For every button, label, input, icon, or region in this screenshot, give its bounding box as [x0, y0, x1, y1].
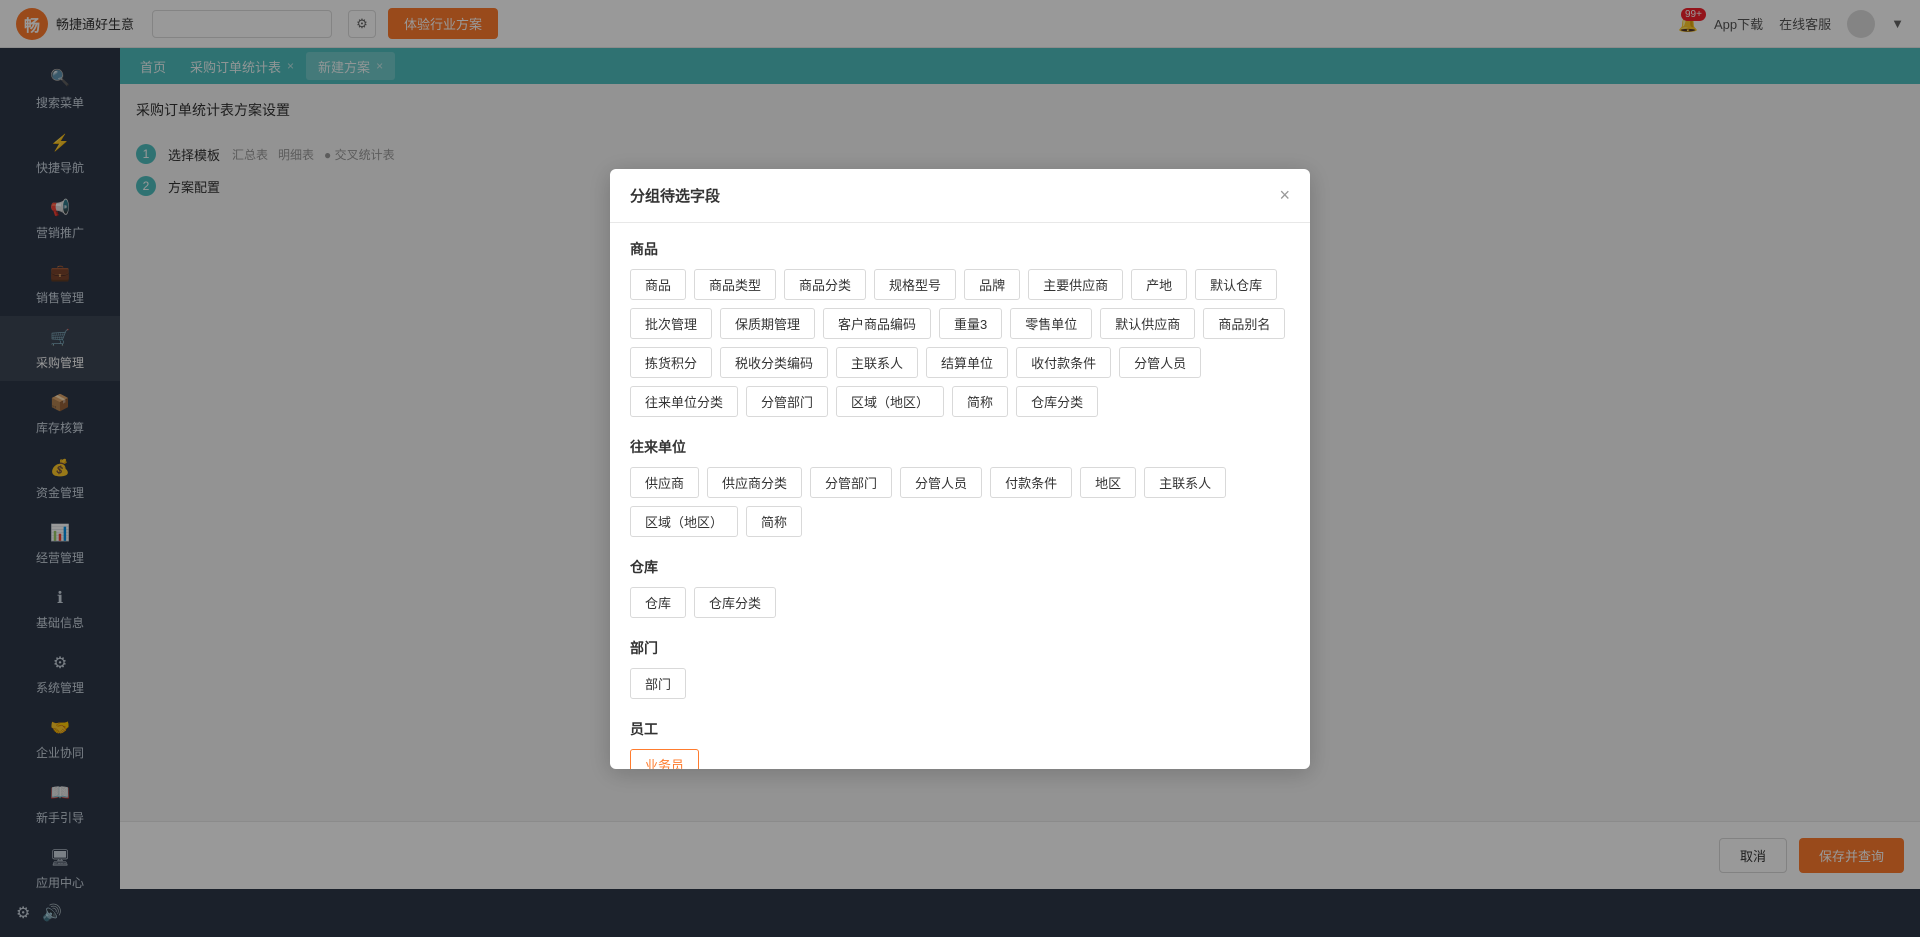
- tag-warehouse-category[interactable]: 仓库分类: [1016, 386, 1098, 417]
- section-goods-tags: 商品 商品类型 商品分类 规格型号 品牌 主要供应商 产地 默认仓库 批次管理 …: [630, 269, 1290, 417]
- tag-tax-code[interactable]: 税收分类编码: [720, 347, 828, 378]
- tag-pick-points[interactable]: 拣货积分: [630, 347, 712, 378]
- section-department-tags: 部门: [630, 668, 1290, 699]
- tag-spec-model[interactable]: 规格型号: [874, 269, 956, 300]
- section-warehouse: 仓库 仓库 仓库分类: [630, 557, 1290, 618]
- section-department-title: 部门: [630, 638, 1290, 658]
- tag-goods[interactable]: 商品: [630, 269, 686, 300]
- tag-main-contact2[interactable]: 主联系人: [1144, 467, 1226, 498]
- tag-origin[interactable]: 产地: [1131, 269, 1187, 300]
- tag-warehouse[interactable]: 仓库: [630, 587, 686, 618]
- tag-region[interactable]: 区域（地区）: [836, 386, 944, 417]
- tag-goods-alias[interactable]: 商品别名: [1203, 308, 1285, 339]
- tag-settlement-unit[interactable]: 结算单位: [926, 347, 1008, 378]
- tag-main-contact[interactable]: 主联系人: [836, 347, 918, 378]
- section-partners-title: 往来单位: [630, 437, 1290, 457]
- tag-short-name[interactable]: 简称: [952, 386, 1008, 417]
- tag-default-supplier[interactable]: 默认供应商: [1100, 308, 1195, 339]
- tag-weight[interactable]: 重量3: [939, 308, 1002, 339]
- tag-payment-terms[interactable]: 收付款条件: [1016, 347, 1111, 378]
- tag-partner-category[interactable]: 往来单位分类: [630, 386, 738, 417]
- tag-abbrev[interactable]: 简称: [746, 506, 802, 537]
- tag-goods-type[interactable]: 商品类型: [694, 269, 776, 300]
- tag-supervisor-staff[interactable]: 分管人员: [1119, 347, 1201, 378]
- section-warehouse-tags: 仓库 仓库分类: [630, 587, 1290, 618]
- section-department: 部门 部门: [630, 638, 1290, 699]
- tag-customer-code[interactable]: 客户商品编码: [823, 308, 931, 339]
- tag-payment-condition[interactable]: 付款条件: [990, 467, 1072, 498]
- section-staff-tags: 业务员: [630, 749, 1290, 769]
- field-select-modal: 分组待选字段 × 商品 商品 商品类型 商品分类 规格型号 品牌 主要供应商 产…: [610, 169, 1310, 769]
- tag-warehouse-cat[interactable]: 仓库分类: [694, 587, 776, 618]
- section-goods-title: 商品: [630, 239, 1290, 259]
- section-partners-tags: 供应商 供应商分类 分管部门 分管人员 付款条件 地区 主联系人 区域（地区） …: [630, 467, 1290, 537]
- tag-supervisor-dept[interactable]: 分管部门: [810, 467, 892, 498]
- tag-region2[interactable]: 区域（地区）: [630, 506, 738, 537]
- tag-batch-mgmt[interactable]: 批次管理: [630, 308, 712, 339]
- tag-supplier-category[interactable]: 供应商分类: [707, 467, 802, 498]
- tag-goods-category[interactable]: 商品分类: [784, 269, 866, 300]
- tag-area[interactable]: 地区: [1080, 467, 1136, 498]
- section-warehouse-title: 仓库: [630, 557, 1290, 577]
- modal-close-button[interactable]: ×: [1279, 186, 1290, 204]
- modal-header: 分组待选字段 ×: [610, 169, 1310, 223]
- tag-shelf-life[interactable]: 保质期管理: [720, 308, 815, 339]
- modal-body: 商品 商品 商品类型 商品分类 规格型号 品牌 主要供应商 产地 默认仓库 批次…: [610, 223, 1310, 769]
- tag-main-supplier[interactable]: 主要供应商: [1028, 269, 1123, 300]
- section-staff: 员工 业务员: [630, 719, 1290, 769]
- tag-retail-unit[interactable]: 零售单位: [1010, 308, 1092, 339]
- section-staff-title: 员工: [630, 719, 1290, 739]
- tag-department[interactable]: 部门: [630, 668, 686, 699]
- tag-default-warehouse[interactable]: 默认仓库: [1195, 269, 1277, 300]
- tag-dept[interactable]: 分管部门: [746, 386, 828, 417]
- tag-brand[interactable]: 品牌: [964, 269, 1020, 300]
- tag-supplier[interactable]: 供应商: [630, 467, 699, 498]
- tag-supervisor-person[interactable]: 分管人员: [900, 467, 982, 498]
- section-goods: 商品 商品 商品类型 商品分类 规格型号 品牌 主要供应商 产地 默认仓库 批次…: [630, 239, 1290, 417]
- section-partners: 往来单位 供应商 供应商分类 分管部门 分管人员 付款条件 地区 主联系人 区域…: [630, 437, 1290, 537]
- modal-overlay: 分组待选字段 × 商品 商品 商品类型 商品分类 规格型号 品牌 主要供应商 产…: [0, 0, 1920, 937]
- tag-salesperson[interactable]: 业务员: [630, 749, 699, 769]
- modal-title: 分组待选字段: [630, 185, 720, 206]
